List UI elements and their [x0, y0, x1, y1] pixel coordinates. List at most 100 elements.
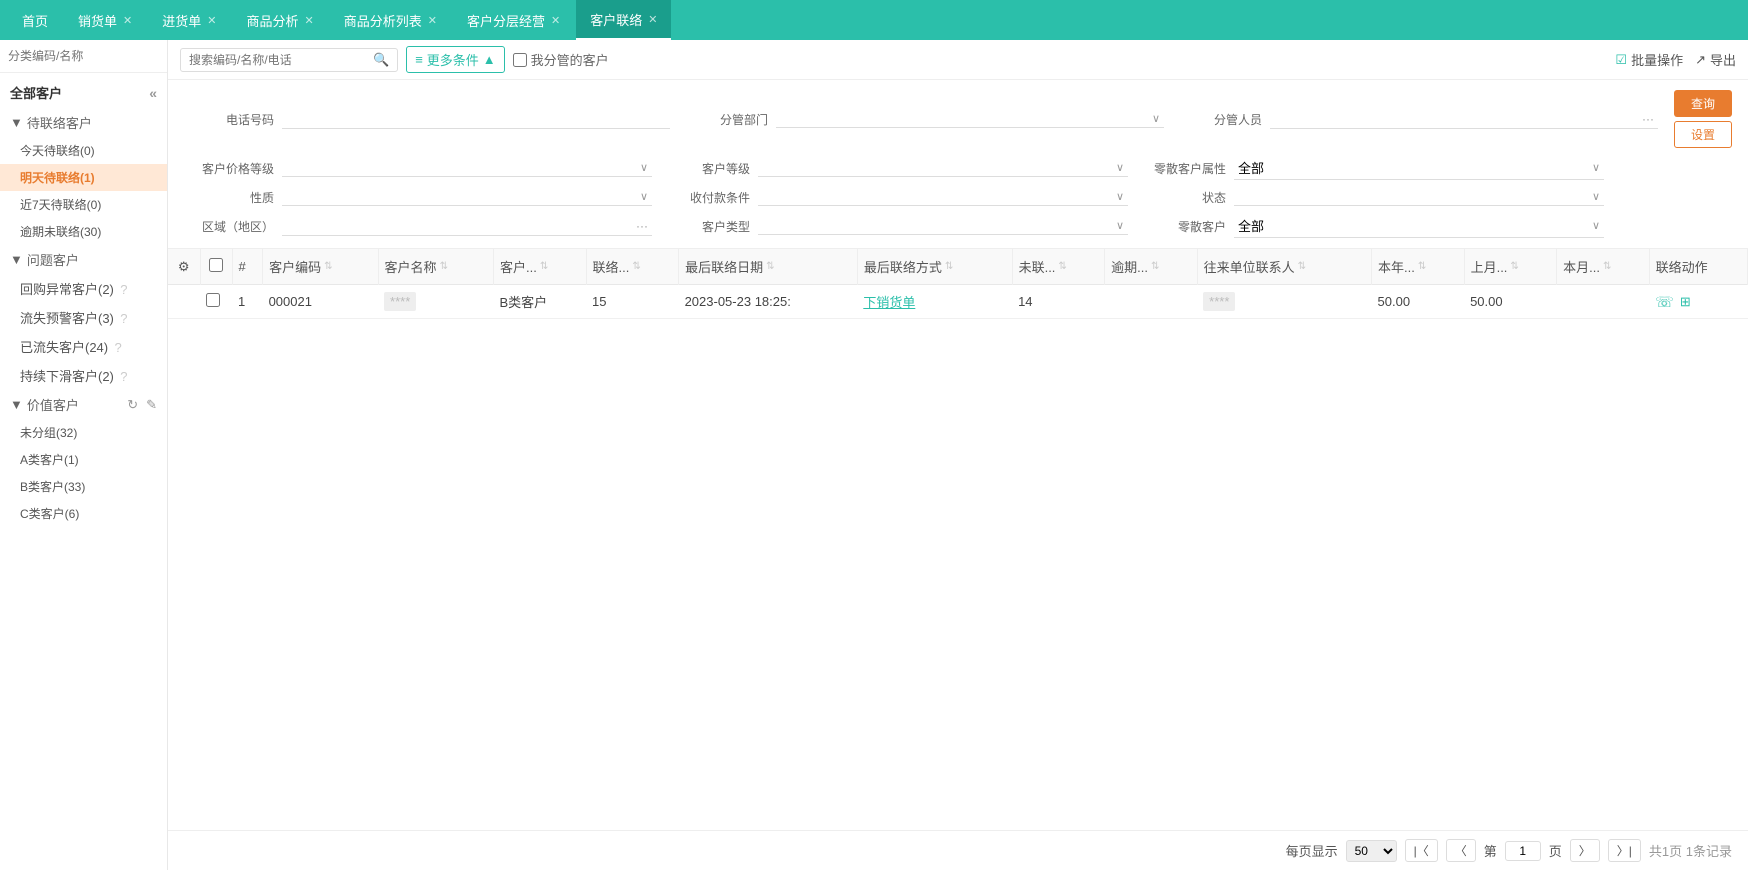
- page-input[interactable]: [1505, 841, 1541, 861]
- th-uncontacted[interactable]: 未联... ⇅: [1012, 249, 1105, 285]
- adv-label-customer-level: 客户等级: [660, 160, 750, 177]
- chevron-nature-icon: ∨: [640, 190, 648, 203]
- close-analysis-icon[interactable]: ✕: [305, 14, 314, 27]
- sort-last-month-icon: ⇅: [1510, 261, 1518, 272]
- th-last-month[interactable]: 上月... ⇅: [1464, 249, 1557, 285]
- th-ctype[interactable]: 客户... ⇅: [494, 249, 587, 285]
- sidebar-collapse-icon[interactable]: «: [149, 85, 157, 101]
- th-contact-count[interactable]: 联络... ⇅: [586, 249, 679, 285]
- th-last-method[interactable]: 最后联络方式 ⇅: [857, 249, 1012, 285]
- close-contact-icon[interactable]: ✕: [648, 13, 657, 26]
- close-sales-icon[interactable]: ✕: [123, 14, 132, 27]
- gear-icon[interactable]: ⚙: [178, 259, 190, 274]
- close-purchase-icon[interactable]: ✕: [207, 14, 216, 27]
- adv-select-manager[interactable]: ···: [1270, 110, 1658, 129]
- filter-search-icon[interactable]: 🔍: [373, 52, 389, 68]
- section-triangle-icon2: ▼: [10, 252, 23, 267]
- nav-analysis-list[interactable]: 商品分析列表 ✕: [330, 0, 451, 40]
- adv-label-retail-attr: 零散客户属性: [1136, 160, 1226, 177]
- th-name[interactable]: 客户名称 ⇅: [378, 249, 493, 285]
- query-btn[interactable]: 查询: [1674, 90, 1732, 117]
- adv-label-status: 状态: [1136, 189, 1226, 206]
- td-check[interactable]: [200, 285, 232, 319]
- th-check[interactable]: [200, 249, 232, 285]
- adv-select-nature[interactable]: ∨: [282, 188, 652, 206]
- last-page-btn[interactable]: 〉|: [1608, 839, 1641, 862]
- phone-action-icon[interactable]: ☏: [1655, 293, 1674, 311]
- all-customers-label: 全部客户: [10, 83, 62, 102]
- my-customers-check-label[interactable]: 我分管的客户: [513, 50, 609, 69]
- set-btn[interactable]: 设置: [1674, 121, 1732, 148]
- th-code[interactable]: 客户编码 ⇅: [263, 249, 378, 285]
- sidebar-item-type-a[interactable]: A类客户(1): [0, 446, 167, 473]
- th-last-date[interactable]: 最后联络日期 ⇅: [679, 249, 858, 285]
- adv-select-payment[interactable]: ∨: [758, 188, 1128, 206]
- sidebar-item-tomorrow-contact[interactable]: 明天待联络(1): [0, 164, 167, 191]
- select-all-checkbox[interactable]: [209, 258, 223, 272]
- sidebar-item-ungrouped[interactable]: 未分组(32): [0, 419, 167, 446]
- sidebar-search-input[interactable]: [8, 49, 163, 63]
- adv-select-customer-type[interactable]: ∨: [758, 217, 1128, 235]
- sidebar-item-type-b[interactable]: B类客户(33): [0, 473, 167, 500]
- adv-select-status[interactable]: ∨: [1234, 188, 1604, 206]
- help-icon-decline: ?: [120, 369, 127, 384]
- page-suffix: 页: [1549, 841, 1562, 860]
- main-layout: 🔍 全部客户 « ▼ 待联络客户 今天待联络(0) 明天待联络(1) 近7天待联…: [0, 40, 1748, 870]
- section-triangle-icon3: ▼: [10, 397, 23, 412]
- sidebar-item-today-contact[interactable]: 今天待联络(0): [0, 137, 167, 164]
- nav-analysis[interactable]: 商品分析 ✕: [232, 0, 327, 40]
- adv-row-1: 电话号码 分管部门 ∨ 分管人员 ··· 查询 设置: [184, 90, 1732, 148]
- sidebar-item-overdue-contact[interactable]: 逾期未联络(30): [0, 218, 167, 245]
- td-last-method[interactable]: 下销货单: [857, 285, 1012, 319]
- my-customers-checkbox[interactable]: [513, 53, 527, 67]
- adv-select-price-level[interactable]: ∨: [282, 159, 652, 177]
- value-refresh-icon[interactable]: ↻: [127, 397, 138, 413]
- chevron-retail-attr-icon: ∨: [1592, 161, 1600, 174]
- th-this-month[interactable]: 本月... ⇅: [1557, 249, 1650, 285]
- adv-field-retail-attr: 零散客户属性 全部 ∨: [1136, 156, 1604, 180]
- bulk-op-btn[interactable]: ☑ 批量操作: [1615, 50, 1683, 69]
- nav-home[interactable]: 首页: [8, 0, 62, 40]
- next-page-btn[interactable]: 〉: [1570, 839, 1600, 862]
- sidebar-item-lost[interactable]: 已流失客户(24) ?: [0, 332, 167, 361]
- prev-page-btn[interactable]: 〈: [1446, 839, 1476, 862]
- export-btn[interactable]: ↗ 导出: [1695, 50, 1736, 69]
- th-overdue[interactable]: 逾期... ⇅: [1105, 249, 1198, 285]
- sidebar-item-lost-risk[interactable]: 流失预警客户(3) ?: [0, 303, 167, 332]
- th-unit-contact[interactable]: 往来单位联系人 ⇅: [1197, 249, 1371, 285]
- nav-customer-contact[interactable]: 客户联络 ✕: [576, 0, 671, 40]
- adv-select-dept[interactable]: ∨: [776, 110, 1164, 128]
- close-analysis-list-icon[interactable]: ✕: [428, 14, 437, 27]
- sidebar-all-customers[interactable]: 全部客户 «: [0, 77, 167, 108]
- adv-field-customer-type: 客户类型 ∨: [660, 217, 1128, 235]
- nav-purchase[interactable]: 进货单 ✕: [148, 0, 230, 40]
- value-edit-icon[interactable]: ✎: [146, 397, 157, 413]
- filter-search-input[interactable]: [189, 53, 369, 67]
- nav-customer-tier[interactable]: 客户分层经营 ✕: [453, 0, 574, 40]
- adv-input-phone[interactable]: [282, 110, 670, 129]
- td-last-date: 2023-05-23 18:25:: [679, 285, 858, 319]
- page-total: 共1页 1条记录: [1649, 841, 1732, 860]
- filter-more-btn[interactable]: ≡ 更多条件 ▲: [406, 46, 504, 73]
- page-size-select[interactable]: 50 10 20 100: [1346, 840, 1397, 862]
- grid-action-icon[interactable]: ⊞: [1680, 294, 1691, 310]
- adv-select-retail-customer[interactable]: 全部 ∨: [1234, 214, 1604, 238]
- close-tier-icon[interactable]: ✕: [551, 14, 560, 27]
- adv-row-2: 客户价格等级 ∨ 客户等级 ∨ 零散客户属性 全部: [184, 156, 1732, 180]
- sidebar-item-type-c[interactable]: C类客户(6): [0, 500, 167, 527]
- adv-select-customer-level[interactable]: ∨: [758, 159, 1128, 177]
- sidebar-item-repurchase[interactable]: 回购异常客户(2) ?: [0, 274, 167, 303]
- row-checkbox[interactable]: [206, 293, 220, 307]
- sidebar-body: 全部客户 « ▼ 待联络客户 今天待联络(0) 明天待联络(1) 近7天待联络(…: [0, 73, 167, 870]
- adv-select-retail-attr[interactable]: 全部 ∨: [1234, 156, 1604, 180]
- nav-sales[interactable]: 销货单 ✕: [64, 0, 146, 40]
- adv-field-nature: 性质 ∨: [184, 188, 652, 206]
- sidebar-item-decline[interactable]: 持续下滑客户(2) ?: [0, 361, 167, 390]
- sidebar-item-week-contact[interactable]: 近7天待联络(0): [0, 191, 167, 218]
- first-page-btn[interactable]: |〈: [1405, 839, 1438, 862]
- th-this-year[interactable]: 本年... ⇅: [1372, 249, 1465, 285]
- th-gear[interactable]: ⚙: [168, 249, 200, 285]
- last-method-link[interactable]: 下销货单: [863, 295, 915, 310]
- adv-select-region[interactable]: ···: [282, 217, 652, 236]
- th-no: #: [232, 249, 263, 285]
